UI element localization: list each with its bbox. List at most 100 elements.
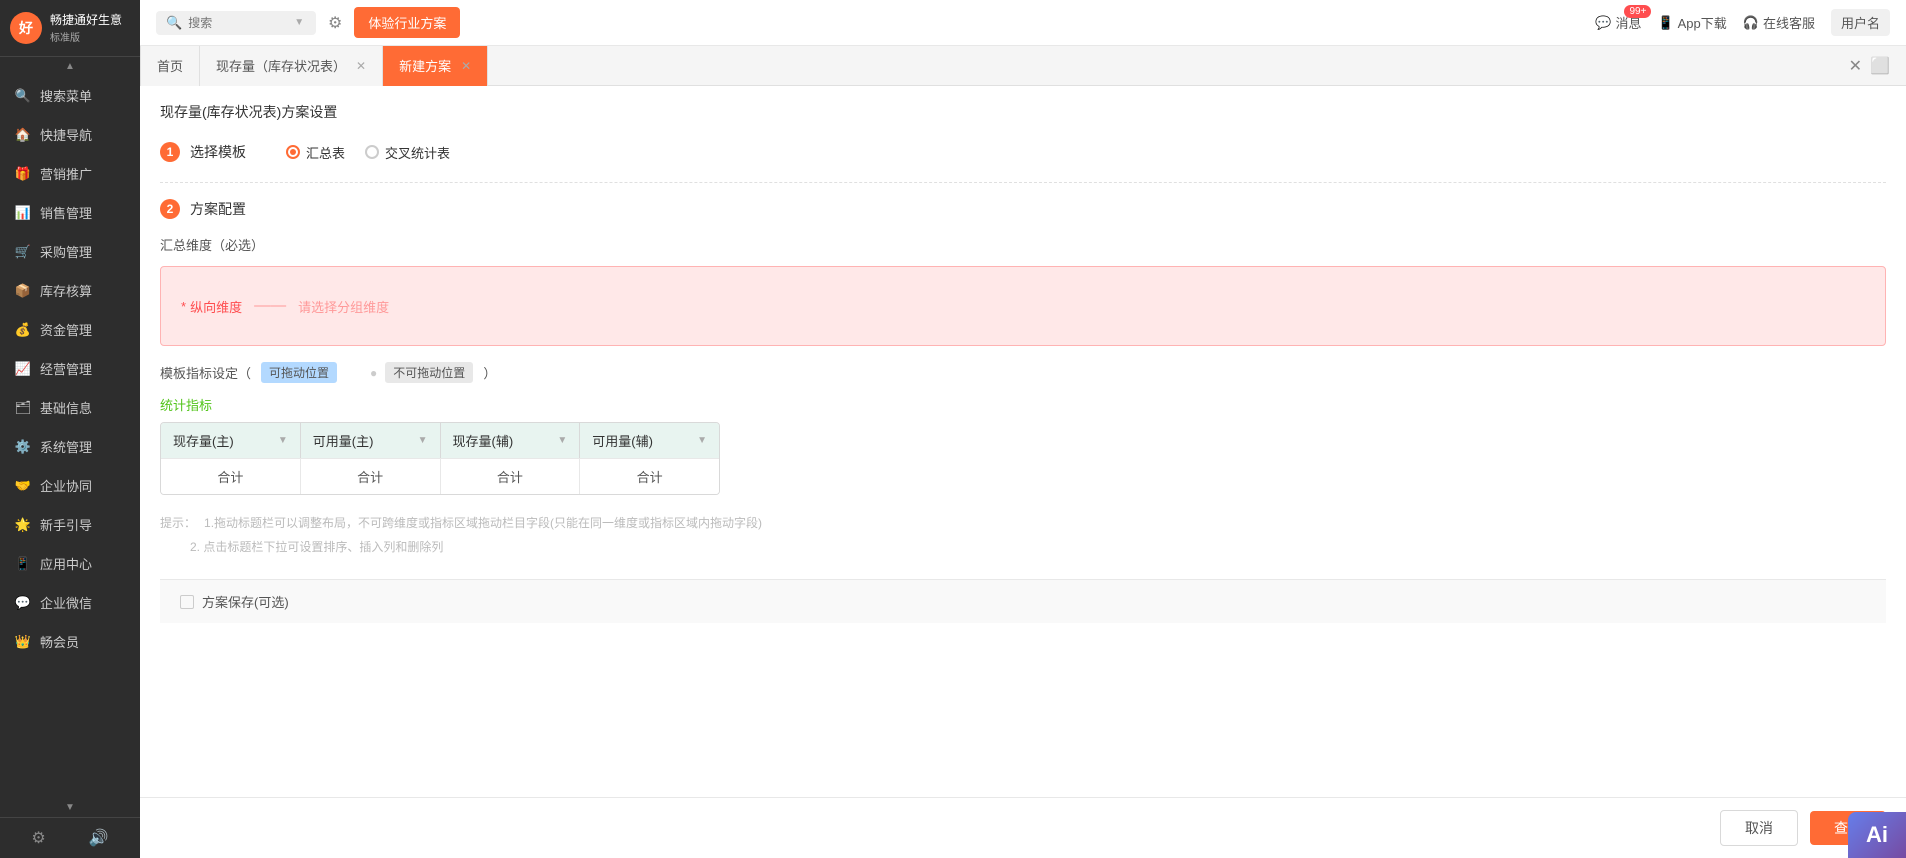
radio-cross-icon [365, 145, 379, 159]
mobile-download-icon: 📱 [1657, 15, 1673, 31]
sidebar-item-label: 资金管理 [40, 320, 92, 339]
star-icon: 🌟 [14, 516, 32, 534]
trial-button[interactable]: 体验行业方案 [354, 7, 460, 38]
cancel-button[interactable]: 取消 [1720, 810, 1798, 846]
col-0-chevron-icon[interactable]: ▼ [278, 435, 288, 446]
stats-col-0-label: 现存量(主) [173, 431, 234, 450]
window-expand-icon[interactable]: ⬜ [1870, 56, 1890, 76]
message-icon: 💬 [1595, 15, 1611, 31]
stats-table: 现存量(主) ▼ 可用量(主) ▼ 现存量(辅) ▼ 可用量(辅) [160, 422, 720, 495]
main-area: 🔍 ▼ ⚙ 体验行业方案 💬 消息 99+ 📱 App下载 🎧 在线客服 用户名 [140, 0, 1906, 858]
sidebar-item-guide[interactable]: 🌟 新手引导 [0, 505, 140, 544]
template-options: 汇总表 交叉统计表 [286, 143, 450, 162]
dimension-area[interactable]: * 纵向维度 —— 请选择分组维度 [160, 266, 1886, 346]
sidebar-item-label: 企业微信 [40, 593, 92, 612]
search-dropdown-icon[interactable]: ▼ [294, 17, 304, 28]
col-3-chevron-icon[interactable]: ▼ [697, 435, 707, 446]
sidebar-item-marketing[interactable]: 🎁 营销推广 [0, 154, 140, 193]
stats-col-0[interactable]: 现存量(主) ▼ [161, 423, 301, 458]
sidebar-item-wechat[interactable]: 💬 企业微信 [0, 583, 140, 622]
tab-inventory-close-icon[interactable]: ✕ [356, 59, 366, 73]
sidebar-item-label: 应用中心 [40, 554, 92, 573]
option-cross-label: 交叉统计表 [385, 143, 450, 162]
search-input[interactable] [188, 16, 288, 30]
tab-new-plan-close-icon[interactable]: ✕ [461, 59, 471, 73]
app-name: 畅捷通好生意 [50, 12, 122, 29]
message-badge: 99+ [1624, 5, 1651, 18]
settings-icon[interactable]: ⚙ [31, 828, 45, 848]
window-close-icon[interactable]: ✕ [1849, 56, 1862, 76]
message-button[interactable]: 💬 消息 99+ [1595, 13, 1641, 32]
radio-summary-icon [286, 145, 300, 159]
sidebar-item-label: 营销推广 [40, 164, 92, 183]
section2-header: 2 方案配置 [160, 199, 1886, 219]
service-button[interactable]: 🎧 在线客服 [1743, 13, 1815, 32]
search-box[interactable]: 🔍 ▼ [156, 11, 316, 35]
sidebar-item-system[interactable]: ⚙️ 系统管理 [0, 427, 140, 466]
tab-home[interactable]: 首页 [140, 46, 200, 86]
service-label: 在线客服 [1763, 13, 1815, 32]
option-summary[interactable]: 汇总表 [286, 143, 345, 162]
stats-col-2[interactable]: 现存量(辅) ▼ [441, 423, 581, 458]
sidebar-item-finance[interactable]: 💰 资金管理 [0, 310, 140, 349]
tab-inventory-status[interactable]: 现存量（库存状况表） ✕ [200, 46, 383, 86]
user-menu[interactable]: 用户名 [1831, 9, 1890, 36]
indicator-settings: 模板指标设定（ 可拖动位置 ● 不可拖动位置 ） [160, 362, 1886, 383]
save-checkbox[interactable] [180, 595, 194, 609]
option-cross[interactable]: 交叉统计表 [365, 143, 450, 162]
sidebar-item-label: 新手引导 [40, 515, 92, 534]
stats-col-1[interactable]: 可用量(主) ▼ [301, 423, 441, 458]
section1-title: 选择模板 [190, 142, 246, 162]
indicator-settings-sep [347, 363, 360, 382]
sidebar-item-inventory[interactable]: 📦 库存核算 [0, 271, 140, 310]
section1-header: 1 选择模板 汇总表 交叉统计表 [160, 142, 1886, 162]
chat-icon: 💬 [14, 594, 32, 612]
stats-table-header: 现存量(主) ▼ 可用量(主) ▼ 现存量(辅) ▼ 可用量(辅) [161, 423, 719, 458]
sidebar-scroll-up[interactable]: ▲ [0, 57, 140, 76]
sidebar-item-sales[interactable]: 📊 销售管理 [0, 193, 140, 232]
speaker-icon[interactable]: 🔊 [89, 828, 109, 848]
tab-inventory-status-label: 现存量（库存状况表） [216, 56, 346, 75]
undraggable-tag-label: 不可拖动位置 [385, 362, 473, 383]
sidebar-item-label: 快捷导航 [40, 125, 92, 144]
vertical-dimension-label: 纵向维度 [190, 297, 242, 316]
mobile-icon: 📱 [14, 555, 32, 573]
tab-new-plan[interactable]: 新建方案 ✕ [383, 46, 488, 86]
stats-cell-0: 合计 [161, 459, 301, 494]
money-icon: 💰 [14, 321, 32, 339]
gear-top-icon[interactable]: ⚙ [328, 13, 342, 33]
stats-cell-1: 合计 [301, 459, 441, 494]
sidebar-bottom: ⚙ 🔊 [0, 817, 140, 858]
section1-num: 1 [160, 142, 180, 162]
sidebar-item-purchase[interactable]: 🛒 采购管理 [0, 232, 140, 271]
topbar-right: 💬 消息 99+ 📱 App下载 🎧 在线客服 用户名 [1595, 9, 1890, 36]
sidebar-item-member[interactable]: 👑 畅会员 [0, 622, 140, 661]
section-divider-1 [160, 182, 1886, 183]
sidebar-item-search[interactable]: 🔍 搜索菜单 [0, 76, 140, 115]
sidebar-item-basic[interactable]: 🗂 基础信息 [0, 388, 140, 427]
sidebar-item-cooperation[interactable]: 🤝 企业协同 [0, 466, 140, 505]
sidebar-item-label: 企业协同 [40, 476, 92, 495]
tab-home-label: 首页 [157, 56, 183, 75]
tips-title: 提示： 1.拖动标题栏可以调整布局，不可跨维度或指标区域拖动栏目字段(只能在同一… [160, 511, 1886, 535]
sidebar-item-apps[interactable]: 📱 应用中心 [0, 544, 140, 583]
col-1-chevron-icon[interactable]: ▼ [418, 435, 428, 446]
sidebar-item-label: 库存核算 [40, 281, 92, 300]
content-inner: 现存量(库存状况表)方案设置 1 选择模板 汇总表 交叉统计表 [140, 86, 1906, 797]
col-2-chevron-icon[interactable]: ▼ [557, 435, 567, 446]
sidebar-item-management[interactable]: 📈 经营管理 [0, 349, 140, 388]
app-download-button[interactable]: 📱 App下载 [1657, 13, 1726, 32]
sidebar: 好 畅捷通好生意 标准版 ▲ 🔍 搜索菜单 🏠 快捷导航 🎁 营销推广 📊 销售… [0, 0, 140, 858]
search-icon-top: 🔍 [166, 15, 182, 31]
save-option-area: 方案保存(可选) [160, 579, 1886, 623]
gear-icon: ⚙️ [14, 438, 32, 456]
user-label: 用户名 [1841, 16, 1880, 31]
sidebar-scroll-down[interactable]: ▼ [0, 798, 140, 817]
stats-cell-2: 合计 [441, 459, 581, 494]
sidebar-item-shortcut[interactable]: 🏠 快捷导航 [0, 115, 140, 154]
stats-col-3[interactable]: 可用量(辅) ▼ [580, 423, 719, 458]
dimension-sublabel: 汇总维度（必选） [160, 235, 1886, 254]
ai-badge[interactable]: Ai [1848, 812, 1906, 858]
tab-new-plan-label: 新建方案 [399, 56, 451, 75]
chart-icon: 📊 [14, 204, 32, 222]
